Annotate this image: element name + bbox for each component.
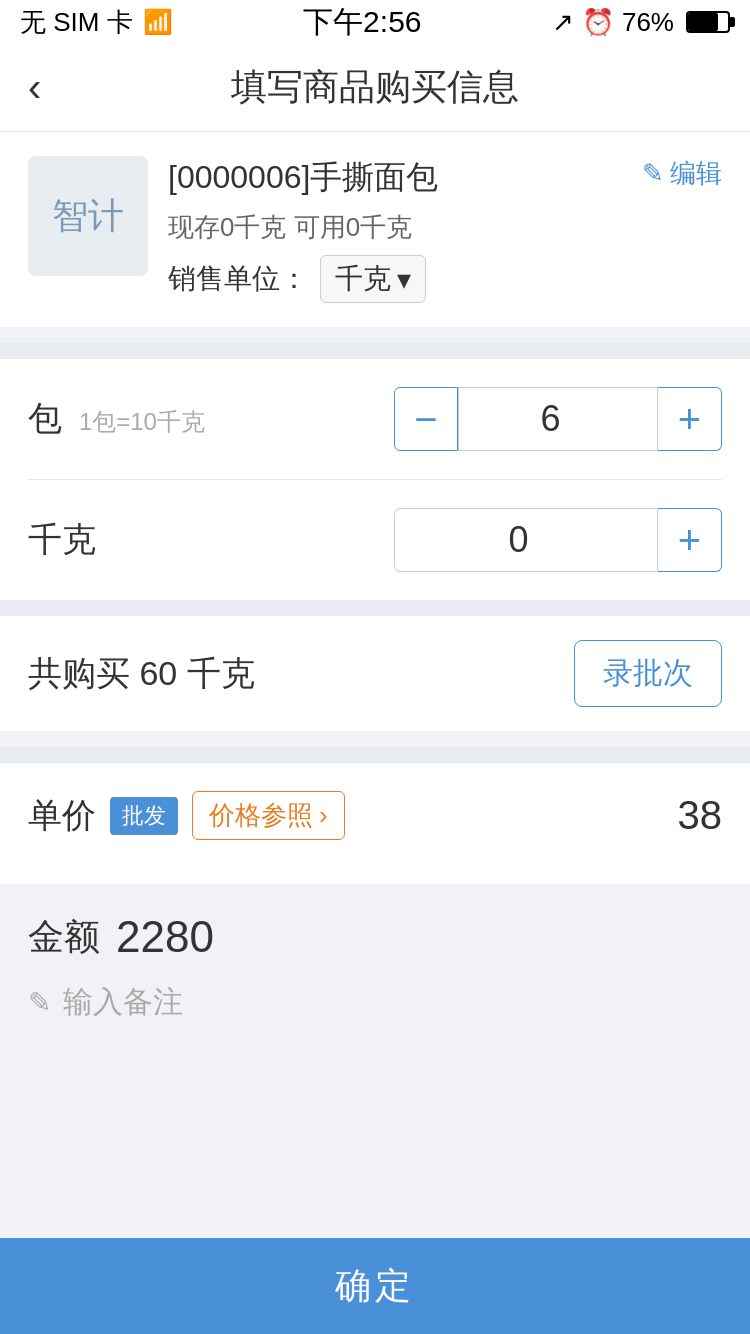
edit-button[interactable]: ✎ 编辑 <box>642 156 722 191</box>
section-divider-1 <box>0 343 750 359</box>
input-section: 包 1包=10千克 − + 千克 + <box>0 359 750 600</box>
pack-input-row: 包 1包=10千克 − + <box>28 359 722 480</box>
kg-input-controls: + <box>394 508 722 572</box>
price-section: 单价 批发 价格参照 › 38 <box>0 763 750 884</box>
kg-plus-button[interactable]: + <box>658 508 722 572</box>
price-left: 单价 批发 价格参照 › <box>28 791 345 840</box>
confirm-button[interactable]: 确定 <box>0 1238 750 1334</box>
note-placeholder[interactable]: 输入备注 <box>63 982 183 1023</box>
price-value: 38 <box>678 793 723 838</box>
alarm-icon: ⏰ <box>582 7 614 38</box>
kg-input-row: 千克 + <box>28 480 722 600</box>
batch-button[interactable]: 录批次 <box>574 640 722 707</box>
pack-input-controls: − + <box>394 387 722 451</box>
price-ref-label: 价格参照 <box>209 798 313 833</box>
note-row[interactable]: ✎ 输入备注 <box>28 982 722 1023</box>
pack-label: 包 <box>28 399 62 437</box>
product-card: 智计 [0000006]手撕面包 现存0千克 可用0千克 销售单位： 千克 ▾ … <box>0 132 750 327</box>
price-batch-tag: 批发 <box>110 797 178 835</box>
amount-label: 金额 <box>28 913 100 962</box>
battery-label: 76% <box>622 7 674 38</box>
total-text: 共购买 60 千克 <box>28 651 255 697</box>
price-ref-button[interactable]: 价格参照 › <box>192 791 345 840</box>
price-label: 单价 <box>28 793 96 839</box>
pack-minus-button[interactable]: − <box>394 387 458 451</box>
price-ref-arrow-icon: › <box>319 800 328 831</box>
unit-select[interactable]: 千克 ▾ <box>320 255 426 303</box>
pack-quantity-input[interactable] <box>458 387 658 451</box>
battery-bar <box>686 11 730 33</box>
edit-label: 编辑 <box>670 156 722 191</box>
amount-section: 金额 2280 ✎ 输入备注 <box>0 884 750 1043</box>
status-bar: 无 SIM 卡 📶 下午2:56 ↗ ⏰ 76% <box>0 0 750 44</box>
nav-bar: ‹ 填写商品购买信息 <box>0 44 750 132</box>
product-info: [0000006]手撕面包 现存0千克 可用0千克 销售单位： 千克 ▾ <box>168 156 722 303</box>
back-button[interactable]: ‹ <box>28 65 41 110</box>
amount-row: 金额 2280 <box>28 912 722 962</box>
unit-label: 销售单位： <box>168 260 308 298</box>
page-title: 填写商品购买信息 <box>231 63 519 112</box>
wifi-icon: 📶 <box>143 8 173 36</box>
pack-label-container: 包 1包=10千克 <box>28 396 205 442</box>
product-thumbnail: 智计 <box>28 156 148 276</box>
status-right: ↗ ⏰ 76% <box>552 7 730 38</box>
location-icon: ↗ <box>552 7 574 38</box>
note-icon: ✎ <box>28 986 51 1019</box>
carrier-label: 无 SIM 卡 <box>20 5 133 40</box>
edit-icon: ✎ <box>642 158 664 189</box>
kg-label: 千克 <box>28 517 96 563</box>
thumb-text: 智计 <box>52 192 124 241</box>
time-label: 下午2:56 <box>303 2 421 43</box>
section-divider-3 <box>0 747 750 763</box>
amount-value: 2280 <box>116 912 214 962</box>
product-stock: 现存0千克 可用0千克 <box>168 210 722 245</box>
unit-dropdown-icon: ▾ <box>397 263 411 296</box>
pack-plus-button[interactable]: + <box>658 387 722 451</box>
product-unit: 销售单位： 千克 ▾ <box>168 255 722 303</box>
status-left: 无 SIM 卡 📶 <box>20 5 173 40</box>
product-name: [0000006]手撕面包 <box>168 156 722 200</box>
unit-value: 千克 <box>335 260 391 298</box>
total-row: 共购买 60 千克 录批次 <box>0 616 750 731</box>
kg-quantity-input[interactable] <box>394 508 658 572</box>
pack-sub-label: 1包=10千克 <box>79 408 205 435</box>
section-divider-2 <box>0 600 750 616</box>
price-row: 单价 批发 价格参照 › 38 <box>28 791 722 840</box>
